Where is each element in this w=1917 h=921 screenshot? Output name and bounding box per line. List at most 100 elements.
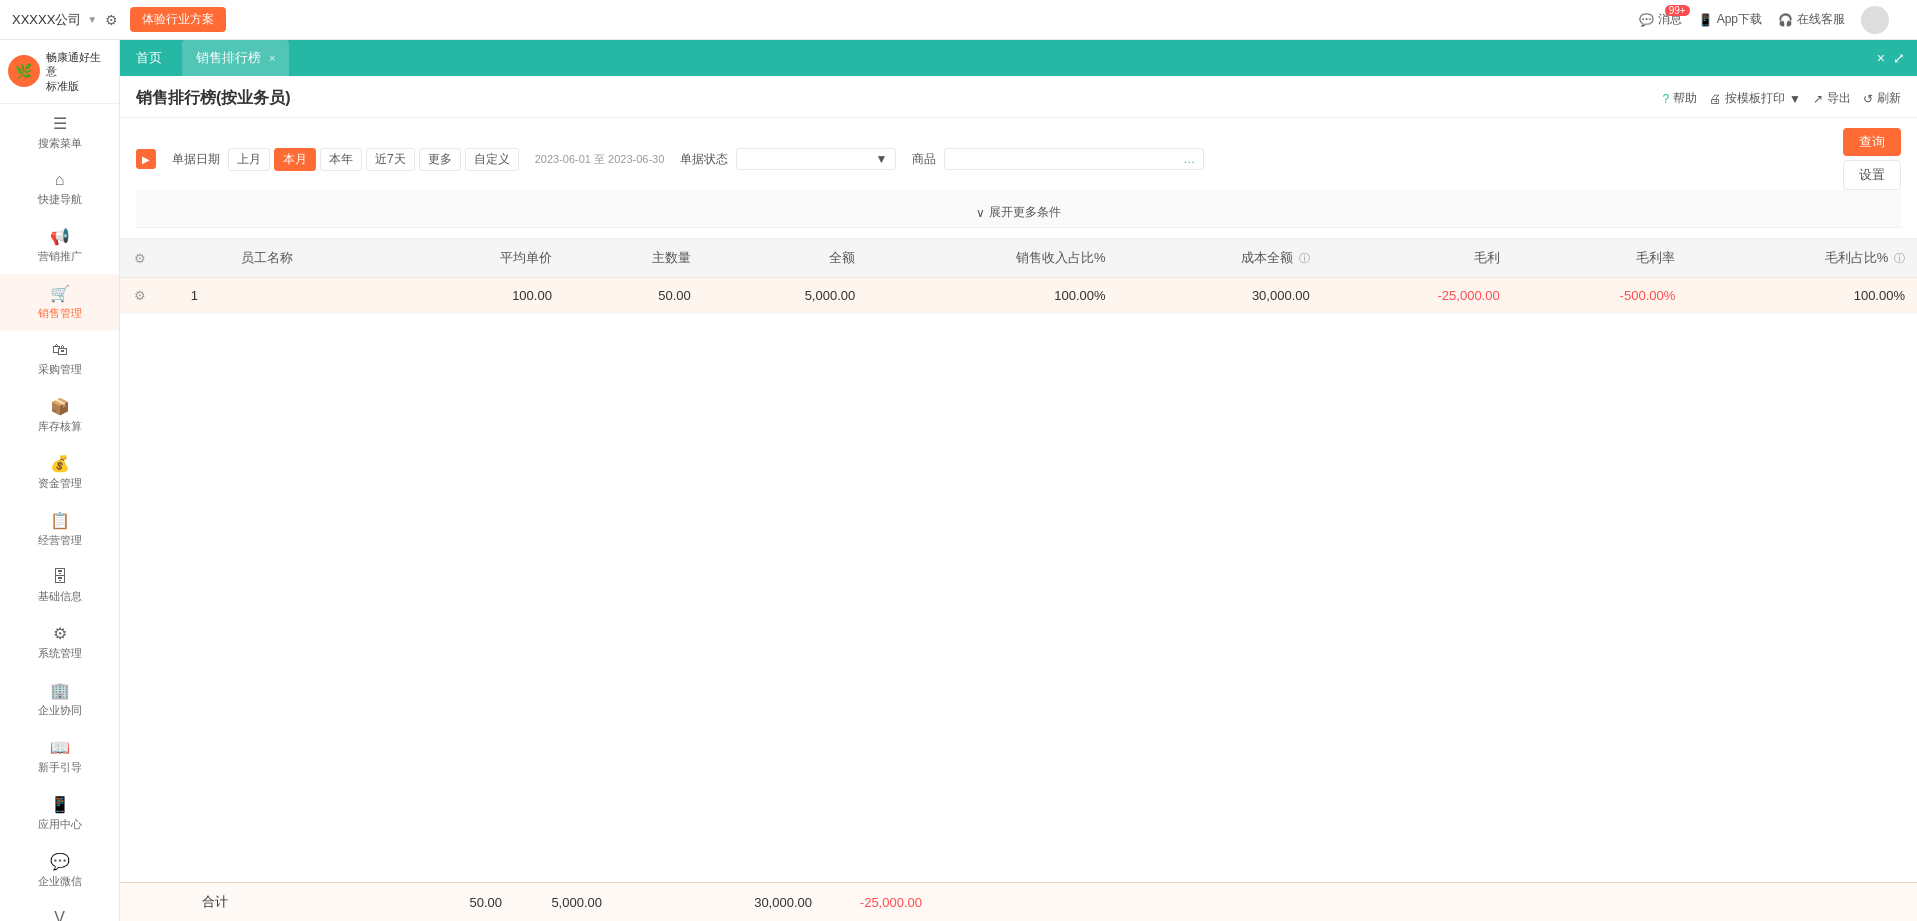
status-filter-section: 单据状态 ▼: [680, 148, 896, 170]
sidebar-item-enterprise-wechat[interactable]: 💬 企业微信: [0, 842, 119, 899]
filter-settings-button[interactable]: 设置: [1843, 160, 1901, 190]
date-btn-7days[interactable]: 近7天: [366, 148, 415, 171]
status-select[interactable]: ▼: [736, 148, 896, 170]
sidebar-item-vip[interactable]: V畅会员: [0, 899, 119, 921]
sidebar-item-ops-mgmt[interactable]: 📋经营管理: [0, 501, 119, 558]
date-btn-current-year[interactable]: 本年: [320, 148, 362, 171]
col-settings[interactable]: ⚙: [120, 239, 160, 278]
sidebar-item-new-guide[interactable]: 📖新手引导: [0, 728, 119, 785]
tab-bar: 首页 销售排行榜 × × ⤢: [120, 40, 1917, 76]
footer-cost-amount: 30,000.00: [702, 895, 812, 910]
sidebar-item-purchase-mgmt[interactable]: 🛍 采购管理: [0, 331, 119, 387]
table-container[interactable]: ⚙ 员工名称 平均单价 主数量 全额 销售收入占比% 成本全额 ⓘ 毛利: [120, 239, 1917, 882]
row-settings[interactable]: ⚙: [120, 278, 160, 314]
print-chevron-icon: ▼: [1789, 92, 1801, 106]
tab-close-icon[interactable]: ×: [269, 52, 275, 64]
settings-icon[interactable]: ⚙: [105, 12, 118, 28]
tab-maximize-icon[interactable]: ⤢: [1893, 50, 1905, 66]
nav-label-inventory: 库存核算: [38, 419, 82, 434]
sidebar-item-quick-nav[interactable]: ⌂快捷导航: [0, 161, 119, 217]
gp-ratio-info-icon[interactable]: ⓘ: [1894, 252, 1905, 264]
data-table: ⚙ 员工名称 平均单价 主数量 全额 销售收入占比% 成本全额 ⓘ 毛利: [120, 239, 1917, 314]
date-filter-label: 单据日期: [172, 151, 220, 168]
sidebar-item-marketing[interactable]: 📢营销推广: [0, 217, 119, 274]
online-service-label: 在线客服: [1797, 11, 1845, 28]
expand-conditions-button[interactable]: ∨ 展开更多条件: [976, 204, 1061, 221]
table-row[interactable]: ⚙ 1 100.00 50.00 5,000.00 100.00% 30,000…: [120, 278, 1917, 314]
nav-label-sales-mgmt: 销售管理: [38, 306, 82, 321]
nav-label-sys-mgmt: 系统管理: [38, 646, 82, 661]
template-print-button[interactable]: 🖨 按模板打印 ▼: [1709, 90, 1801, 107]
sidebar-item-enterprise-collab[interactable]: 🏢 企业协同: [0, 671, 119, 728]
goods-more-icon[interactable]: …: [1183, 152, 1195, 166]
nav-icon-enterprise-collab: 🏢: [50, 681, 70, 700]
footer-quantity: 50.00: [422, 895, 502, 910]
export-icon: ↗: [1813, 92, 1823, 106]
query-button[interactable]: 查询: [1843, 128, 1901, 156]
col-gross-margin: 毛利率: [1512, 239, 1688, 278]
row-amount: 5,000.00: [703, 278, 867, 314]
nav-label-purchase-mgmt: 采购管理: [38, 362, 82, 377]
footer-amount: 5,000.00: [502, 895, 602, 910]
expand-icon: ∨: [976, 206, 985, 220]
refresh-button[interactable]: ↺ 刷新: [1863, 90, 1901, 107]
sidebar-item-app-center[interactable]: 📱应用中心: [0, 785, 119, 842]
help-button[interactable]: ? 帮助: [1662, 90, 1697, 107]
sidebar-item-search-orders[interactable]: ☰搜索菜单: [0, 104, 119, 161]
tab-home[interactable]: 首页: [120, 40, 178, 76]
sidebar-item-basic-info[interactable]: 🗄基础信息: [0, 558, 119, 614]
tab-minimize-icon[interactable]: ×: [1877, 50, 1885, 66]
top-bar: XXXXX公司 ▼ ⚙ 体验行业方案 💬 消息 99+ 📱 App下载 🎧 在线…: [0, 0, 1917, 40]
nav-icon-vip: V: [54, 909, 65, 921]
sidebar-item-inventory[interactable]: 📦 库存核算: [0, 387, 119, 444]
print-icon: 🖨: [1709, 92, 1721, 106]
tab-sales-ranking[interactable]: 销售排行榜 ×: [182, 40, 289, 76]
app-download-btn[interactable]: 📱 App下载: [1698, 11, 1762, 28]
filter-arrow-button[interactable]: ▶: [136, 149, 156, 169]
industry-button[interactable]: 体验行业方案: [130, 7, 226, 32]
message-btn[interactable]: 💬 消息 99+: [1639, 11, 1682, 28]
expand-conditions-row: ∨ 展开更多条件: [136, 190, 1901, 228]
export-button[interactable]: ↗ 导出: [1813, 90, 1851, 107]
row-rank: 1: [160, 278, 229, 314]
date-btn-custom[interactable]: 自定义: [465, 148, 519, 171]
col-gross-profit: 毛利: [1322, 239, 1512, 278]
goods-select[interactable]: …: [944, 148, 1204, 170]
online-service-btn[interactable]: 🎧 在线客服: [1778, 11, 1845, 28]
logo-icon: 🌿: [8, 55, 40, 87]
col-cost-amount: 成本全额 ⓘ: [1118, 239, 1322, 278]
company-name: XXXXX公司: [12, 11, 81, 29]
nav-icon-purchase-mgmt: 🛍: [52, 341, 68, 359]
avatar[interactable]: [1861, 6, 1889, 34]
help-icon: ?: [1662, 92, 1669, 106]
sidebar-item-sales-mgmt[interactable]: 🛒销售管理: [0, 274, 119, 331]
nav-icon-basic-info: 🗄: [52, 568, 68, 586]
col-avg-price: 平均单价: [396, 239, 564, 278]
table-body: ⚙ 1 100.00 50.00 5,000.00 100.00% 30,000…: [120, 278, 1917, 314]
date-btn-more[interactable]: 更多: [419, 148, 461, 171]
date-btn-current-month[interactable]: 本月: [274, 148, 316, 171]
refresh-icon: ↺: [1863, 92, 1873, 106]
nav-icon-enterprise-wechat: 💬: [50, 852, 70, 871]
col-gp-ratio: 毛利占比% ⓘ: [1687, 239, 1917, 278]
goods-filter-section: 商品 …: [912, 148, 1204, 170]
col-amount: 全额: [703, 239, 867, 278]
cost-info-icon[interactable]: ⓘ: [1299, 252, 1310, 264]
date-range-display: 2023-06-01 至 2023-06-30: [535, 152, 665, 167]
row-avg-price: 100.00: [396, 278, 564, 314]
sidebar-item-finance[interactable]: 💰资金管理: [0, 444, 119, 501]
nav-label-enterprise-wechat: 企业微信: [38, 874, 82, 889]
tab-label: 销售排行榜: [196, 49, 261, 67]
nav-label-quick-nav: 快捷导航: [38, 192, 82, 207]
nav-label-ops-mgmt: 经营管理: [38, 533, 82, 548]
date-btn-last-month[interactable]: 上月: [228, 148, 270, 171]
sidebar-item-sys-mgmt[interactable]: ⚙系统管理: [0, 614, 119, 671]
row-name: [229, 278, 397, 314]
nav-label-enterprise-collab: 企业协同: [38, 703, 82, 718]
nav-icon-new-guide: 📖: [50, 738, 70, 757]
app-layout: 🌿 畅康通好生意 标准版 ☰搜索菜单⌂快捷导航📢营销推广🛒销售管理🛍采购管理📦库…: [0, 40, 1917, 921]
nav-label-app-center: 应用中心: [38, 817, 82, 832]
company-selector[interactable]: XXXXX公司 ▼: [12, 11, 97, 29]
date-buttons-group: 上月 本月 本年 近7天 更多 自定义: [228, 148, 519, 171]
nav-icon-inventory: 📦: [50, 397, 70, 416]
